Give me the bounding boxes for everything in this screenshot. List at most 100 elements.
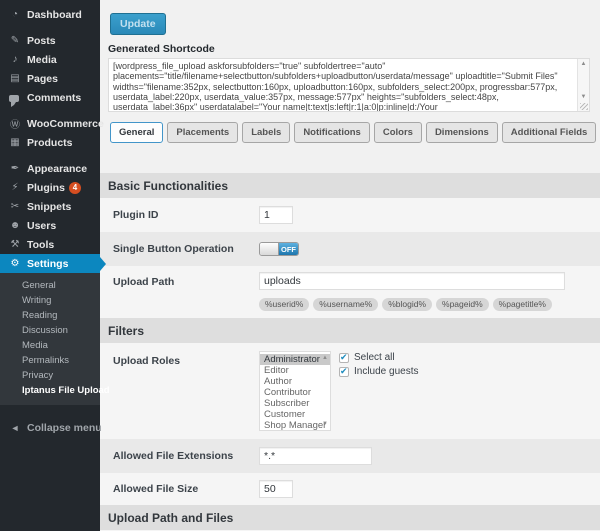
tab-general[interactable]: General [110,122,163,143]
toggle-knob [260,243,279,255]
scroll-down-icon[interactable] [578,93,589,102]
submenu-item-media[interactable]: Media [0,338,100,353]
sidebar-item-users[interactable]: Users [0,216,100,235]
tab-dimensions[interactable]: Dimensions [426,122,498,143]
role-option-shop-manager[interactable]: Shop Manager [260,420,330,431]
submenu-item-discussion[interactable]: Discussion [0,323,100,338]
role-option-contributor[interactable]: Contributor [260,387,330,398]
tools-icon [8,239,22,250]
shortcode-scrollbar[interactable] [577,59,589,111]
scroll-up-icon[interactable] [322,355,328,361]
sidebar-item-label: Tools [27,239,54,251]
toggle-state-label: OFF [279,243,298,255]
generated-shortcode-label: Generated Shortcode [108,43,600,55]
sidebar-item-dashboard[interactable]: Dashboard [0,5,100,24]
role-option-subscriber[interactable]: Subscriber [260,398,330,409]
scroll-down-icon[interactable] [322,421,328,427]
tag-pageid[interactable]: %pageid% [436,298,489,311]
appearance-icon [8,163,22,174]
settings-icon [8,258,22,269]
tag-username[interactable]: %username% [313,298,378,311]
submenu-item-privacy[interactable]: Privacy [0,368,100,383]
role-option-customer[interactable]: Customer [260,409,330,420]
sidebar-item-label: Appearance [27,163,87,175]
section-header-upload-path-and-files: Upload Path and Files [100,505,600,530]
submenu-item-iptanus-file-upload[interactable]: Iptanus File Upload [0,383,100,398]
settings-form: Basic Functionalities Plugin ID Single B… [100,173,600,531]
include-guests-label: Include guests [354,366,419,378]
resize-grip[interactable] [580,103,588,110]
tag-blogid[interactable]: %blogid% [382,298,432,311]
sidebar-item-media[interactable]: Media [0,50,100,69]
update-button[interactable]: Update [110,13,166,35]
settings-tabs: General Placements Labels Notifications … [110,122,600,143]
sidebar-item-plugins[interactable]: Plugins 4 [0,178,100,197]
select-all-checkbox[interactable] [339,353,349,363]
tab-colors[interactable]: Colors [374,122,422,143]
tag-userid[interactable]: %userid% [259,298,309,311]
allowed-file-size-input[interactable] [259,480,293,498]
submenu-item-permalinks[interactable]: Permalinks [0,353,100,368]
sidebar-item-woocommerce[interactable]: WooCommerce [0,114,100,133]
tab-placements[interactable]: Placements [167,122,238,143]
row-plugin-id: Plugin ID [100,198,600,232]
sidebar-item-label: Pages [27,73,58,85]
single-button-toggle[interactable]: OFF [259,242,299,256]
scroll-up-icon[interactable] [578,60,589,69]
include-guests-option[interactable]: Include guests [339,366,419,378]
sidebar-item-settings[interactable]: Settings [0,254,100,273]
include-guests-checkbox[interactable] [339,367,349,377]
path-variable-tags: %userid% %username% %blogid% %pageid% %paget… [259,294,565,312]
allowed-file-size-label: Allowed File Size [100,483,259,495]
sidebar-item-tools[interactable]: Tools [0,235,100,254]
collapse-icon [8,423,22,433]
sidebar-item-label: Settings [27,258,68,270]
settings-page: Update Generated Shortcode [wordpress_fi… [100,0,600,531]
select-all-option[interactable]: Select all [339,352,419,364]
upload-path-input[interactable] [259,272,565,290]
submenu-item-writing[interactable]: Writing [0,293,100,308]
section-header-basic-functionalities: Basic Functionalities [100,173,600,198]
tab-labels[interactable]: Labels [242,122,290,143]
collapse-menu-button[interactable]: Collapse menu [0,418,100,437]
sidebar-item-posts[interactable]: Posts [0,31,100,50]
submenu-item-general[interactable]: General [0,278,100,293]
submenu-item-reading[interactable]: Reading [0,308,100,323]
wordpress-admin-screen: Dashboard Posts Media Pages Comments Woo… [0,0,600,531]
single-button-operation-label: Single Button Operation [100,243,259,255]
upload-roles-listbox[interactable]: Administrator Editor Author Contributor … [259,351,331,431]
tag-pagetitle[interactable]: %pagetitle% [493,298,552,311]
sidebar-item-appearance[interactable]: Appearance [0,159,100,178]
dashboard-icon [8,9,22,20]
tab-notifications[interactable]: Notifications [294,122,370,143]
snippets-icon [8,201,22,212]
sidebar-item-comments[interactable]: Comments [0,88,100,107]
woocommerce-icon [8,116,22,131]
shortcode-textarea[interactable]: [wordpress_file_upload askforsubfolders=… [109,59,577,111]
allowed-file-extensions-input[interactable] [259,447,372,465]
plugin-id-input[interactable] [259,206,293,224]
sidebar-item-pages[interactable]: Pages [0,69,100,88]
sidebar-item-label: Media [27,54,57,66]
plugin-id-label: Plugin ID [100,209,259,221]
upload-path-control: %userid% %username% %blogid% %pageid% %paget… [259,271,565,312]
role-option-author[interactable]: Author [260,376,330,387]
products-icon [8,137,22,148]
role-option-administrator[interactable]: Administrator [260,354,330,365]
tab-additional-fields[interactable]: Additional Fields [502,122,597,143]
pages-icon [8,73,22,84]
role-option-editor[interactable]: Editor [260,365,330,376]
upload-roles-label: Upload Roles [100,351,259,367]
sidebar-item-label: Users [27,220,56,232]
upload-path-label: Upload Path [100,271,259,288]
sidebar-item-snippets[interactable]: Snippets [0,197,100,216]
sidebar-item-products[interactable]: Products [0,133,100,152]
sidebar-item-label: Plugins [27,182,65,194]
sidebar-item-label: Dashboard [27,9,82,21]
sidebar-item-label: Posts [27,35,56,47]
admin-sidebar: Dashboard Posts Media Pages Comments Woo… [0,0,100,531]
allowed-file-extensions-label: Allowed File Extensions [100,450,259,462]
row-upload-roles: Upload Roles Administrator Editor Author… [100,343,600,439]
select-all-label: Select all [354,352,395,364]
row-upload-path: Upload Path %userid% %username% %blogid% %p… [100,266,600,318]
